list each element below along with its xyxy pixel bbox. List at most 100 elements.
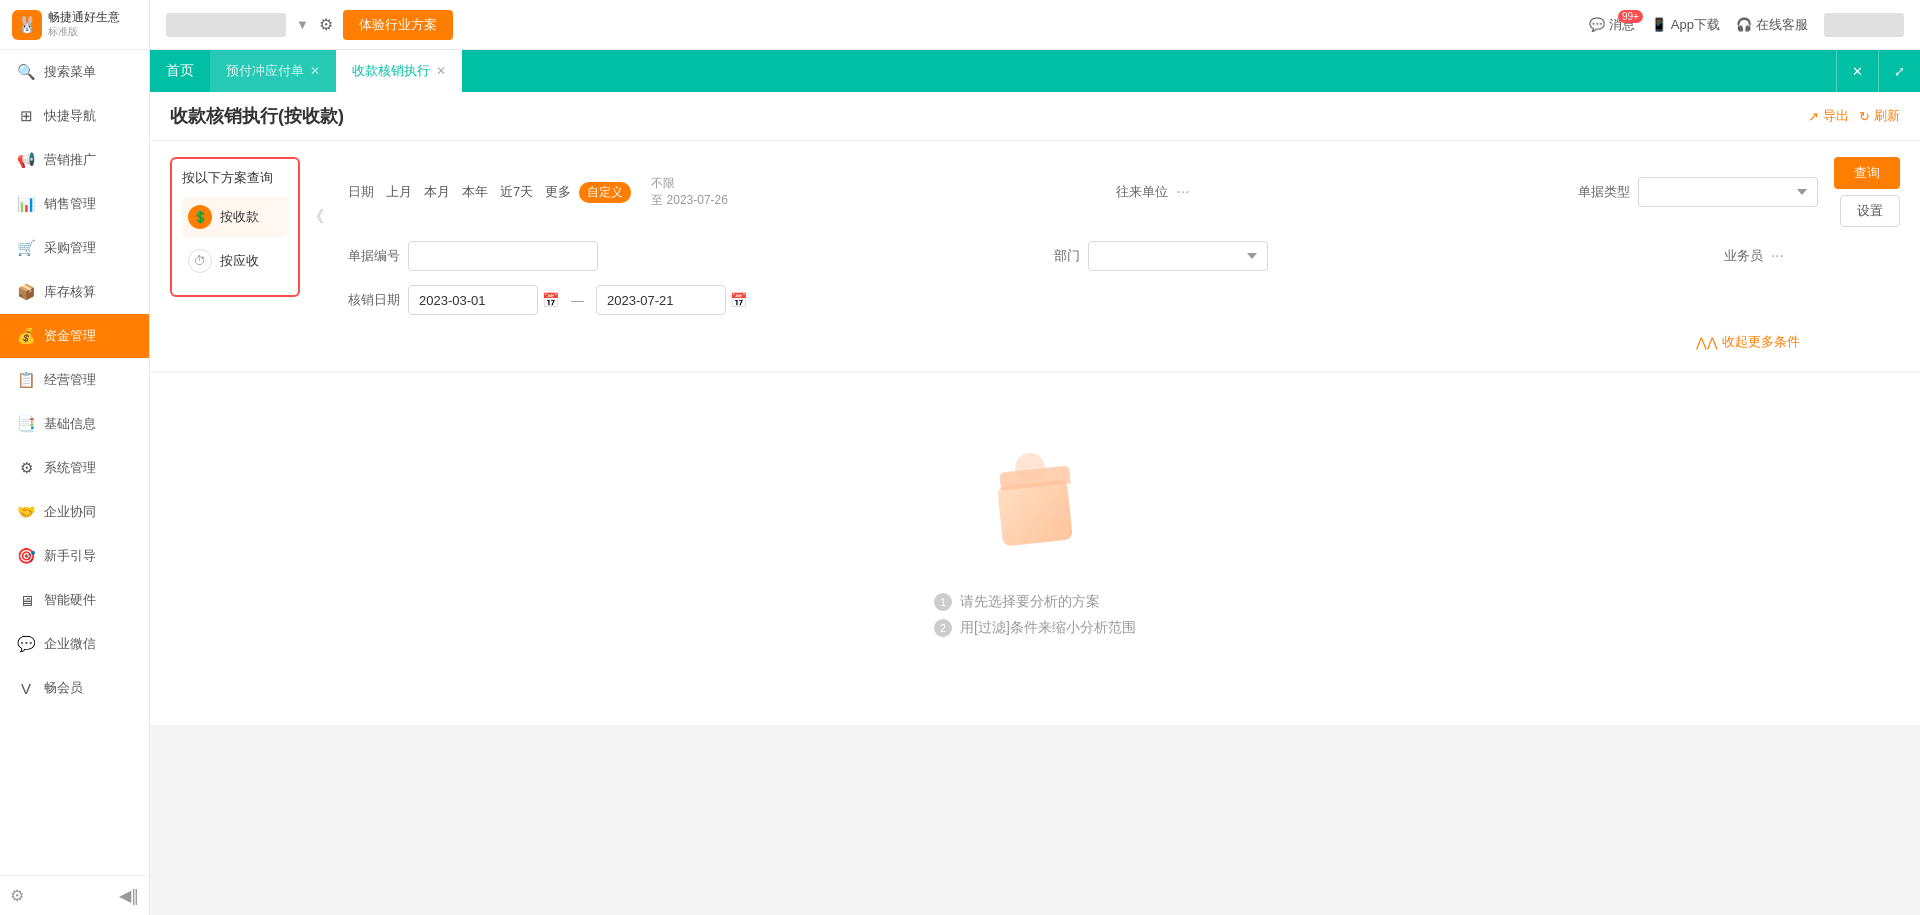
writeoff-date-label: 核销日期: [348, 291, 400, 309]
counterpart-label: 往来单位: [1116, 183, 1168, 201]
operations-label: 经营管理: [44, 371, 96, 389]
sidebar-footer: ⚙ ◀‖: [0, 875, 149, 915]
refresh-icon: ↻: [1859, 109, 1870, 124]
query-btn[interactable]: 查询: [1834, 157, 1900, 189]
tab-prepay-close[interactable]: ✕: [310, 64, 320, 78]
finance-label: 资金管理: [44, 327, 96, 345]
date-this-month[interactable]: 本月: [420, 181, 454, 203]
dept-label: 部门: [1054, 247, 1080, 265]
date-more[interactable]: 更多: [541, 181, 575, 203]
search-menu-icon: 🔍: [16, 62, 36, 82]
more-conditions-btn[interactable]: ⋀⋀ 收起更多条件: [1696, 329, 1800, 355]
staff-filter: 业务员 ···: [1724, 247, 1784, 265]
query-receivable-icon: ⏱: [188, 249, 212, 273]
date-last-month[interactable]: 上月: [382, 181, 416, 203]
online-service-btn[interactable]: 🎧 在线客服: [1736, 16, 1808, 34]
query-option-by-receipt[interactable]: 💲 按收款: [182, 197, 288, 237]
sidebar-item-basic-info[interactable]: 📑 基础信息: [0, 402, 149, 446]
tabbar-expand-btn[interactable]: ⤢: [1878, 50, 1920, 92]
writeoff-date-filter: 核销日期 📅 — 📅: [348, 285, 747, 315]
empty-state: 1 请先选择要分析的方案 2 用[过滤]条件来缩小分析范围: [150, 373, 1920, 725]
export-btn[interactable]: ↗ 导出: [1808, 107, 1849, 125]
collapse-sidebar-icon[interactable]: ◀‖: [119, 886, 139, 905]
settings-btn[interactable]: 设置: [1840, 195, 1900, 227]
date-custom-tag[interactable]: 自定义: [579, 182, 631, 203]
tab-writeoff-close[interactable]: ✕: [436, 64, 446, 78]
message-badge: 99+: [1618, 10, 1643, 23]
sidebar-item-marketing[interactable]: 📢 营销推广: [0, 138, 149, 182]
user-account: [1824, 13, 1904, 37]
docno-label: 单据编号: [348, 247, 400, 265]
tab-writeoff[interactable]: 收款核销执行 ✕: [336, 50, 462, 92]
page-content: 收款核销执行(按收款) ↗ 导出 ↻ 刷新 按以下方案查询 💲: [150, 92, 1920, 915]
sidebar-item-system[interactable]: ⚙ 系统管理: [0, 446, 149, 490]
sidebar-item-wechat[interactable]: 💬 企业微信: [0, 622, 149, 666]
tabbar: 首页 预付冲应付单 ✕ 收款核销执行 ✕ ✕ ⤢: [150, 50, 1920, 92]
counterpart-dots[interactable]: ···: [1176, 183, 1189, 201]
sidebar: 🐰 畅捷通好生意 标准版 🔍 搜索菜单 ⊞ 快捷导航 📢 营销推广 📊 销售管理…: [0, 0, 150, 915]
cal-end-icon[interactable]: 📅: [730, 292, 747, 308]
staff-label: 业务员: [1724, 247, 1763, 265]
sidebar-nav: 🔍 搜索菜单 ⊞ 快捷导航 📢 营销推广 📊 销售管理 🛒 采购管理 📦 库存核…: [0, 50, 149, 875]
topbar-dropdown-icon[interactable]: ▼: [296, 17, 309, 32]
sidebar-item-search-menu[interactable]: 🔍 搜索菜单: [0, 50, 149, 94]
app-download-btn[interactable]: 📱 App下载: [1651, 16, 1720, 34]
sidebar-item-operations[interactable]: 📋 经营管理: [0, 358, 149, 402]
logo-text: 畅捷通好生意 标准版: [48, 10, 120, 40]
topbar-brand: [166, 13, 286, 37]
writeoff-date-start-input[interactable]: [408, 285, 538, 315]
date-7days[interactable]: 近7天: [496, 181, 537, 203]
wechat-icon: 💬: [16, 634, 36, 654]
cal-start-icon[interactable]: 📅: [542, 292, 559, 308]
refresh-btn[interactable]: ↻ 刷新: [1859, 107, 1900, 125]
date-filter: 日期 上月 本月 本年 近7天 更多 自定义: [348, 181, 631, 203]
date-separator: —: [571, 293, 584, 308]
tab-home[interactable]: 首页: [150, 50, 210, 92]
sales-label: 销售管理: [44, 195, 96, 213]
date-this-year[interactable]: 本年: [458, 181, 492, 203]
system-label: 系统管理: [44, 459, 96, 477]
member-label: 畅会员: [44, 679, 83, 697]
message-btn[interactable]: 💬 消息 99+: [1589, 16, 1635, 34]
query-panel: 按以下方案查询 💲 按收款 ⏱ 按应收: [170, 157, 300, 297]
tab-prepay[interactable]: 预付冲应付单 ✕: [210, 50, 336, 92]
basic-info-label: 基础信息: [44, 415, 96, 433]
sidebar-item-purchase[interactable]: 🛒 采购管理: [0, 226, 149, 270]
sidebar-item-sales[interactable]: 📊 销售管理: [0, 182, 149, 226]
finance-icon: 💰: [16, 326, 36, 346]
staff-dots[interactable]: ···: [1771, 247, 1784, 265]
query-receipt-icon: 💲: [188, 205, 212, 229]
dept-select[interactable]: [1088, 241, 1268, 271]
member-icon: V: [16, 678, 36, 698]
sidebar-item-guide[interactable]: 🎯 新手引导: [0, 534, 149, 578]
settings-icon[interactable]: ⚙: [10, 886, 24, 905]
sales-icon: 📊: [16, 194, 36, 214]
filter-row-2: 单据编号 部门 业务员 ···: [348, 241, 1900, 271]
page-header-actions: ↗ 导出 ↻ 刷新: [1808, 107, 1900, 125]
export-icon: ↗: [1808, 109, 1819, 124]
sidebar-item-enterprise[interactable]: 🤝 企业协同: [0, 490, 149, 534]
tabbar-close-btn[interactable]: ✕: [1836, 50, 1878, 92]
enterprise-icon: 🤝: [16, 502, 36, 522]
logo-icon: 🐰: [12, 10, 42, 40]
collapse-panel-btn[interactable]: 《: [300, 207, 332, 228]
purchase-icon: 🛒: [16, 238, 36, 258]
sidebar-item-inventory[interactable]: 📦 库存核算: [0, 270, 149, 314]
quick-nav-label: 快捷导航: [44, 107, 96, 125]
search-area: 按以下方案查询 💲 按收款 ⏱ 按应收 《: [150, 141, 1920, 371]
sidebar-item-finance[interactable]: 💰 资金管理: [0, 314, 149, 358]
sidebar-item-hardware[interactable]: 🖥 智能硬件: [0, 578, 149, 622]
topbar-gear-icon[interactable]: ⚙: [319, 15, 333, 34]
query-option-by-receivable[interactable]: ⏱ 按应收: [182, 241, 288, 281]
basic-info-icon: 📑: [16, 414, 36, 434]
writeoff-date-end-input[interactable]: [596, 285, 726, 315]
sidebar-item-member[interactable]: V 畅会员: [0, 666, 149, 710]
empty-text: 1 请先选择要分析的方案 2 用[过滤]条件来缩小分析范围: [934, 593, 1136, 645]
doctype-label: 单据类型: [1578, 183, 1630, 201]
docno-input[interactable]: [408, 241, 598, 271]
sidebar-item-quick-nav[interactable]: ⊞ 快捷导航: [0, 94, 149, 138]
industry-btn[interactable]: 体验行业方案: [343, 10, 453, 40]
app-logo: 🐰 畅捷通好生意 标准版: [0, 0, 149, 50]
doctype-select[interactable]: [1638, 177, 1818, 207]
empty-hint-1: 1 请先选择要分析的方案: [934, 593, 1136, 611]
